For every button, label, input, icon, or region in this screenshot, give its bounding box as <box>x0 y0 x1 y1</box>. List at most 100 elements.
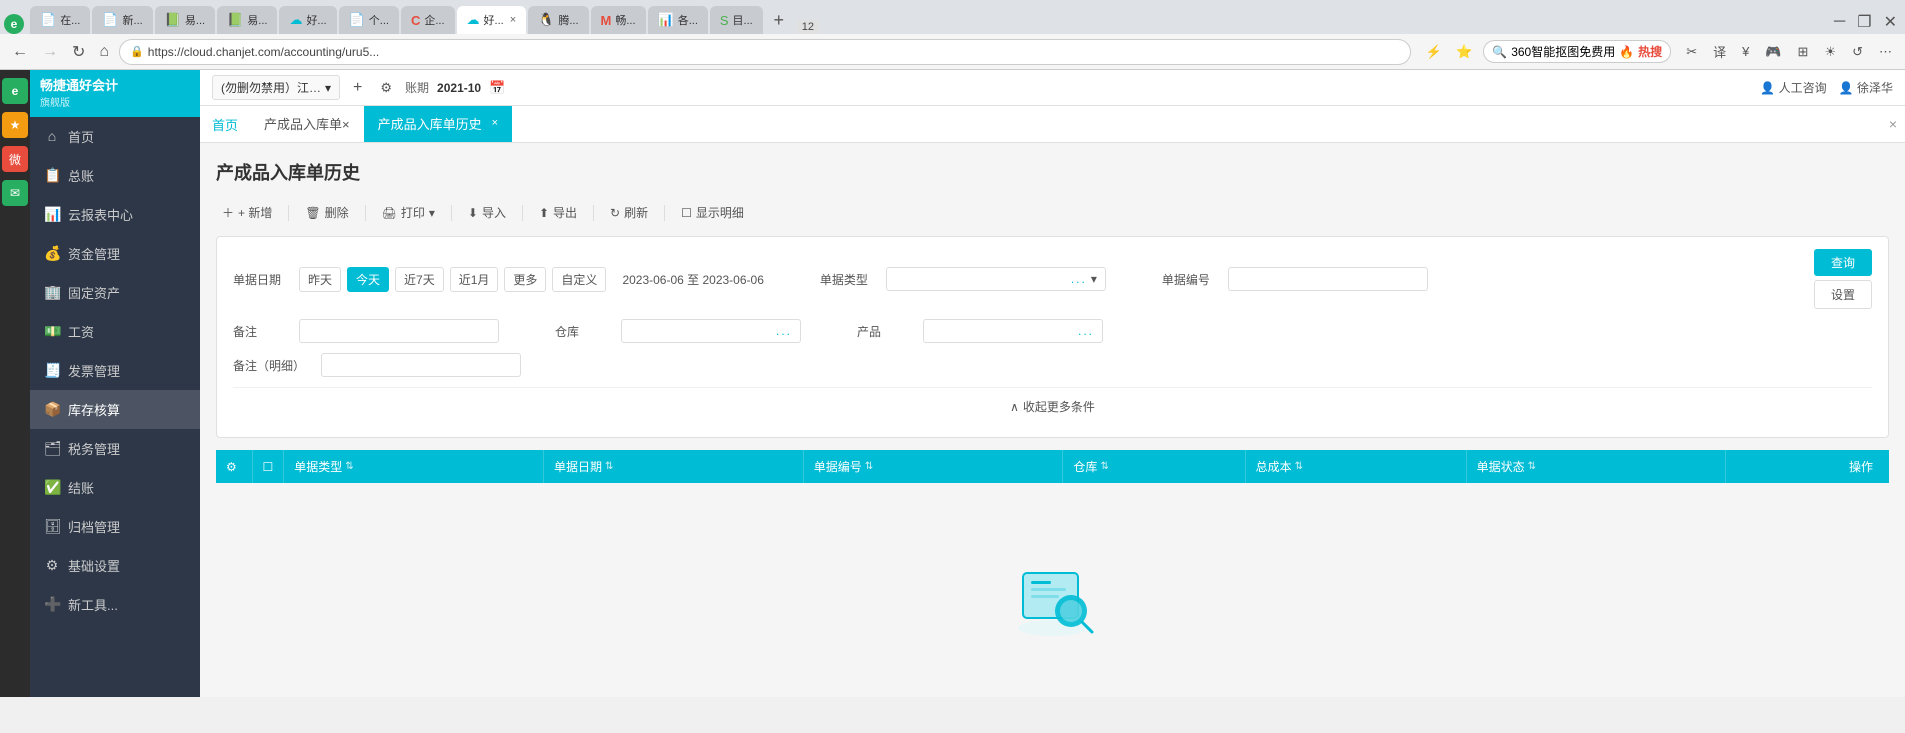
sidebar-item-ledger[interactable]: 📋 总账 <box>30 156 200 195</box>
add-button[interactable]: ＋ + 新增 <box>216 201 278 224</box>
user-area[interactable]: 👤 徐泽华 <box>1839 79 1893 96</box>
game-btn[interactable]: 🎮 <box>1760 42 1786 62</box>
th-status[interactable]: 单据状态 ⇅ <box>1466 450 1726 483</box>
content-area: 产成品入库单历史 ＋ + 新增 🗑 删除 🖨 打印 ▾ <box>200 143 1905 697</box>
print-button[interactable]: 🖨 打印 ▾ <box>376 201 441 224</box>
date-custom[interactable]: 自定义 <box>552 267 606 292</box>
sync-btn[interactable]: ↺ <box>1847 42 1868 62</box>
settings-btn-browser[interactable]: ⋯ <box>1874 42 1897 62</box>
sidebar-item-more[interactable]: ➕ 新工具... <box>30 585 200 624</box>
grid-btn[interactable]: ⊞ <box>1793 42 1814 62</box>
bookmark-button[interactable]: ⭐ <box>1451 42 1477 62</box>
remark-input[interactable] <box>299 319 499 343</box>
collapse-button[interactable]: ∧ 收起更多条件 <box>1002 394 1103 419</box>
tab-10[interactable]: M 畅... <box>591 6 646 34</box>
date-1month[interactable]: 近1月 <box>450 267 499 292</box>
sidebar-item-archive-label: 归档管理 <box>68 517 120 536</box>
search-box[interactable]: 🔍 360智能抠图免费用 🔥 热搜 <box>1483 40 1671 63</box>
settings-company-btn[interactable]: ⚙ <box>375 78 397 98</box>
tab-5[interactable]: ☁ 好... <box>279 6 336 34</box>
export-button[interactable]: ⬆ 导出 <box>533 201 583 224</box>
number-input[interactable] <box>1228 267 1428 291</box>
period-calendar-icon[interactable]: 📅 <box>489 80 505 96</box>
th-number[interactable]: 单据编号 ⇅ <box>803 450 1063 483</box>
tab-8-close[interactable]: × <box>510 14 516 26</box>
th-date[interactable]: 单据日期 ⇅ <box>543 450 803 483</box>
sidebar-item-archive[interactable]: 🗄 归档管理 <box>30 507 200 546</box>
add-company-btn[interactable]: + <box>348 77 367 99</box>
yuan-btn[interactable]: ¥ <box>1737 42 1754 61</box>
tab-11[interactable]: 📊 各... <box>648 6 708 34</box>
tab-6[interactable]: 📄 个... <box>339 6 399 34</box>
sidebar-item-settle[interactable]: ✅ 结账 <box>30 468 200 507</box>
th-gear[interactable]: ⚙ <box>216 450 252 483</box>
tab-list-page[interactable]: 产成品入库单× <box>250 106 364 142</box>
translate-btn[interactable]: 译 <box>1708 40 1731 63</box>
sidebar-item-inventory[interactable]: 📦 库存核算 <box>30 390 200 429</box>
invoice-icon: 🧾 <box>44 362 60 379</box>
window-minimize[interactable]: ─ <box>1830 11 1849 33</box>
tab-12[interactable]: S 目... <box>710 6 763 34</box>
th-check[interactable]: ☐ <box>252 450 284 483</box>
sidebar-item-report[interactable]: 📊 云报表中心 <box>30 195 200 234</box>
sidebar-item-fixed[interactable]: 🏢 固定资产 <box>30 273 200 312</box>
warehouse-select[interactable]: ... <box>621 319 801 343</box>
new-tab-button[interactable]: + <box>765 6 793 34</box>
product-select[interactable]: ... <box>923 319 1103 343</box>
window-restore[interactable]: ❐ <box>1853 10 1875 34</box>
filter-settings-btn[interactable]: 设置 <box>1814 280 1872 309</box>
sidebar-item-settle-label: 结账 <box>68 478 94 497</box>
query-button[interactable]: 查询 <box>1814 249 1872 276</box>
th-warehouse[interactable]: 仓库 ⇅ <box>1063 450 1245 483</box>
date-yesterday[interactable]: 昨天 <box>299 267 341 292</box>
tab-8[interactable]: ☁ 好... × <box>457 6 527 34</box>
forward-button[interactable]: → <box>38 41 62 63</box>
sidebar-item-tax[interactable]: 🗂 税务管理 <box>30 429 200 468</box>
th-cost[interactable]: 总成本 ⇅ <box>1245 450 1466 483</box>
panel-close-btn[interactable]: × <box>1881 116 1905 132</box>
company-select[interactable]: (勿删勿禁用）江西腹宝测试专用 ▾ <box>212 75 340 100</box>
breadcrumb-home[interactable]: 首页 <box>212 115 238 134</box>
checkbox-icon: ☐ <box>681 206 692 220</box>
sidebar-item-salary[interactable]: 💵 工资 <box>30 312 200 351</box>
product-label: 产品 <box>857 323 907 340</box>
reload-button[interactable]: ↻ <box>68 40 89 64</box>
extensions-button[interactable]: ⚡ <box>1421 42 1447 62</box>
history-tab-close[interactable]: × <box>492 117 498 129</box>
theme-btn[interactable]: ☀ <box>1819 42 1841 62</box>
delete-button[interactable]: 🗑 删除 <box>299 201 354 224</box>
window-close[interactable]: ✕ <box>1880 10 1901 34</box>
icon-bar-green[interactable]: e <box>2 78 28 104</box>
cut-btn[interactable]: ✂ <box>1681 42 1702 62</box>
date-today[interactable]: 今天 <box>347 267 389 292</box>
type-select[interactable]: ... ▾ <box>886 267 1106 291</box>
service-link[interactable]: 👤 人工咨询 <box>1760 79 1826 96</box>
sidebar-item-home[interactable]: ⌂ 首页 <box>30 117 200 156</box>
icon-bar-mail[interactable]: ✉ <box>2 180 28 206</box>
fixed-icon: 🏢 <box>44 284 60 301</box>
back-button[interactable]: ← <box>8 41 32 63</box>
icon-bar-weibo[interactable]: 微 <box>2 146 28 172</box>
tab-7[interactable]: C 企... <box>401 6 455 34</box>
home-button[interactable]: ⌂ <box>95 41 113 63</box>
search-icon: 🔍 <box>1492 45 1507 59</box>
refresh-button[interactable]: ↻ 刷新 <box>604 201 654 224</box>
sidebar-item-fund[interactable]: 💰 资金管理 <box>30 234 200 273</box>
detail-remark-input[interactable] <box>321 353 521 377</box>
tab-2[interactable]: 📄 新... <box>92 6 152 34</box>
collapse-label: 收起更多条件 <box>1023 398 1095 415</box>
sidebar-item-invoice[interactable]: 🧾 发票管理 <box>30 351 200 390</box>
tab-history-page[interactable]: 产成品入库单历史 × <box>364 106 512 142</box>
import-button[interactable]: ⬇ 导入 <box>462 201 512 224</box>
tab-1[interactable]: 📄 在... <box>30 6 90 34</box>
sidebar-item-basic[interactable]: ⚙ 基础设置 <box>30 546 200 585</box>
icon-bar-star[interactable]: ★ <box>2 112 28 138</box>
date-7days[interactable]: 近7天 <box>395 267 444 292</box>
show-detail-button[interactable]: ☐ 显示明细 <box>675 201 750 224</box>
url-box[interactable]: 🔒 https://cloud.chanjet.com/accounting/u… <box>119 39 1411 65</box>
tab-4[interactable]: 📗 易... <box>217 6 277 34</box>
tab-9[interactable]: 🐧 腾... <box>528 6 588 34</box>
th-type[interactable]: 单据类型 ⇅ <box>284 450 544 483</box>
tab-3[interactable]: 📗 易... <box>155 6 215 34</box>
date-more[interactable]: 更多 <box>504 267 546 292</box>
